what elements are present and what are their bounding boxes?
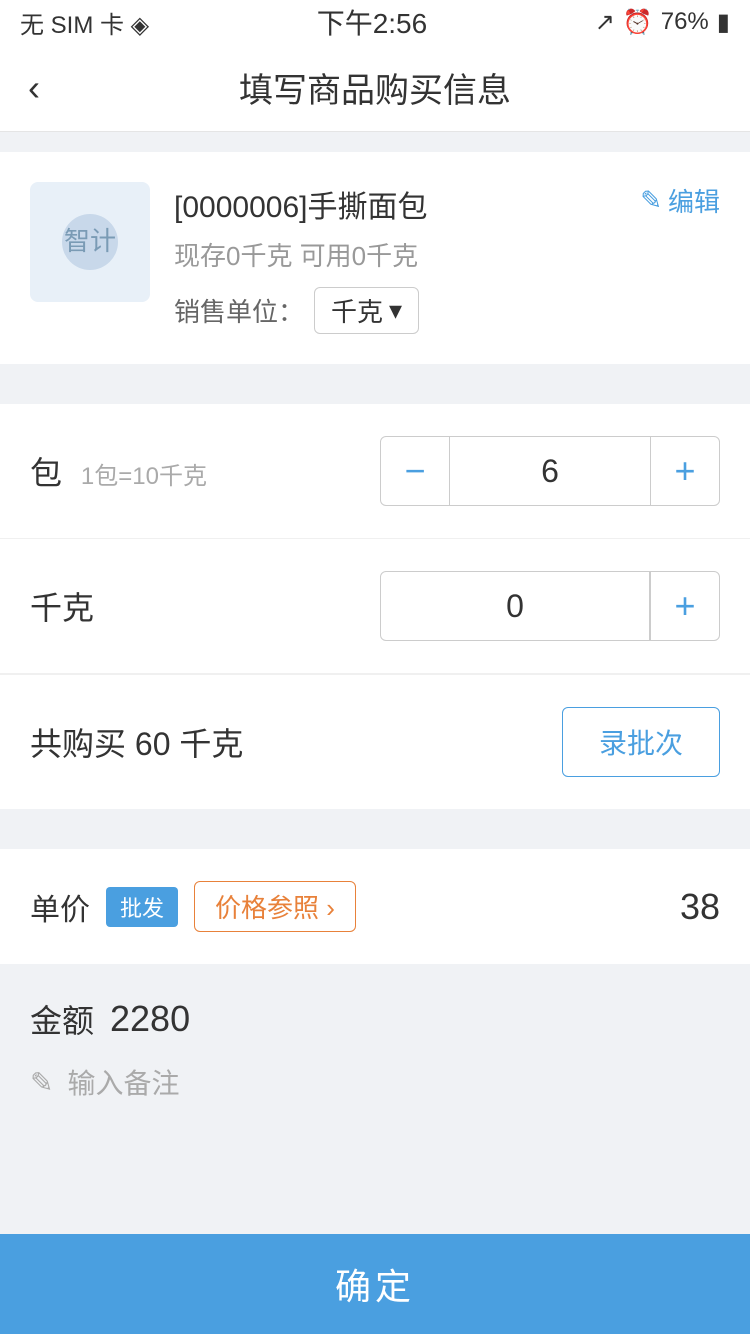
quantity-section: 包 1包=10千克 − + 千克 + 共购买 60 千克 录批次 xyxy=(0,404,750,809)
amount-section: 金额 2280 ✎ 输入备注 xyxy=(0,964,750,1122)
qty-hint-bao: 1包=10千克 xyxy=(81,463,207,490)
status-time: 下午2:56 xyxy=(317,2,428,42)
qty-plus-bao[interactable]: + xyxy=(650,436,720,506)
unit-value: 千克 xyxy=(331,292,383,329)
qty-input-bao[interactable] xyxy=(450,436,650,506)
product-image: 智计 xyxy=(30,182,150,302)
qty-row-kg: 千克 + xyxy=(0,539,750,674)
page-title: 填写商品购买信息 xyxy=(239,63,511,112)
status-bar: 无 SIM 卡 ◈ 下午2:56 ↗ ⏰ 76% ▮ xyxy=(0,0,750,44)
qty-label-kg: 千克 xyxy=(30,583,380,629)
unit-select[interactable]: 千克 ▾ xyxy=(314,287,419,334)
battery-icon: ▮ xyxy=(717,8,730,37)
batch-button[interactable]: 录批次 xyxy=(562,707,720,777)
summary-row: 共购买 60 千克 录批次 xyxy=(0,674,750,809)
status-right: ↗ ⏰ 76% ▮ xyxy=(595,8,730,37)
status-left: 无 SIM 卡 ◈ xyxy=(20,5,149,40)
sim-status: 无 SIM 卡 ◈ xyxy=(20,5,149,40)
unit-label: 销售单位： xyxy=(174,292,304,329)
remark-placeholder: 输入备注 xyxy=(67,1062,179,1102)
alarm-icon: ⏰ xyxy=(623,8,653,37)
remark-row[interactable]: ✎ 输入备注 xyxy=(30,1062,720,1102)
back-button[interactable]: ‹ xyxy=(28,67,40,109)
qty-controls-bao: − + xyxy=(380,436,720,506)
price-row: 单价 批发 价格参照 › 38 xyxy=(30,881,720,932)
product-logo-icon: 智计 xyxy=(60,212,120,272)
amount-label: 金额 xyxy=(30,996,94,1042)
edit-button[interactable]: ✎ 编辑 xyxy=(640,182,720,219)
qty-label-bao: 包 1包=10千克 xyxy=(30,448,380,494)
price-ref-button[interactable]: 价格参照 › xyxy=(194,881,356,932)
svg-text:智计: 智计 xyxy=(64,226,116,256)
qty-minus-bao[interactable]: − xyxy=(380,436,450,506)
product-card: 智计 [0000006]手撕面包 现存0千克 可用0千克 销售单位： 千克 ▾ … xyxy=(0,152,750,364)
product-name: [0000006]手撕面包 xyxy=(174,182,720,226)
qty-plus-kg[interactable]: + xyxy=(650,571,720,641)
divider-2 xyxy=(0,809,750,829)
battery-level: 76% xyxy=(661,8,709,36)
qty-input-kg[interactable] xyxy=(380,571,650,641)
price-label: 单价 xyxy=(30,885,90,929)
qty-row-bao: 包 1包=10千克 − + xyxy=(0,404,750,539)
product-stock: 现存0千克 可用0千克 xyxy=(174,236,720,273)
location-icon: ↗ xyxy=(595,8,615,37)
product-unit: 销售单位： 千克 ▾ xyxy=(174,287,720,334)
product-info: [0000006]手撕面包 现存0千克 可用0千克 销售单位： 千克 ▾ xyxy=(174,182,720,334)
qty-controls-kg: + xyxy=(380,571,720,641)
summary-text: 共购买 60 千克 xyxy=(30,719,243,765)
amount-value: 2280 xyxy=(110,998,190,1040)
price-section: 单价 批发 价格参照 › 38 xyxy=(0,849,750,964)
nav-bar: ‹ 填写商品购买信息 xyxy=(0,44,750,132)
price-tag: 批发 xyxy=(106,887,178,927)
divider-1 xyxy=(0,364,750,384)
price-value: 38 xyxy=(680,886,720,928)
confirm-button[interactable]: 确定 xyxy=(0,1234,750,1334)
edit-label: 编辑 xyxy=(668,182,720,219)
amount-row: 金额 2280 xyxy=(30,996,720,1042)
pencil-icon: ✎ xyxy=(30,1066,53,1099)
edit-icon: ✎ xyxy=(640,185,662,216)
unit-dropdown-icon: ▾ xyxy=(389,295,402,326)
